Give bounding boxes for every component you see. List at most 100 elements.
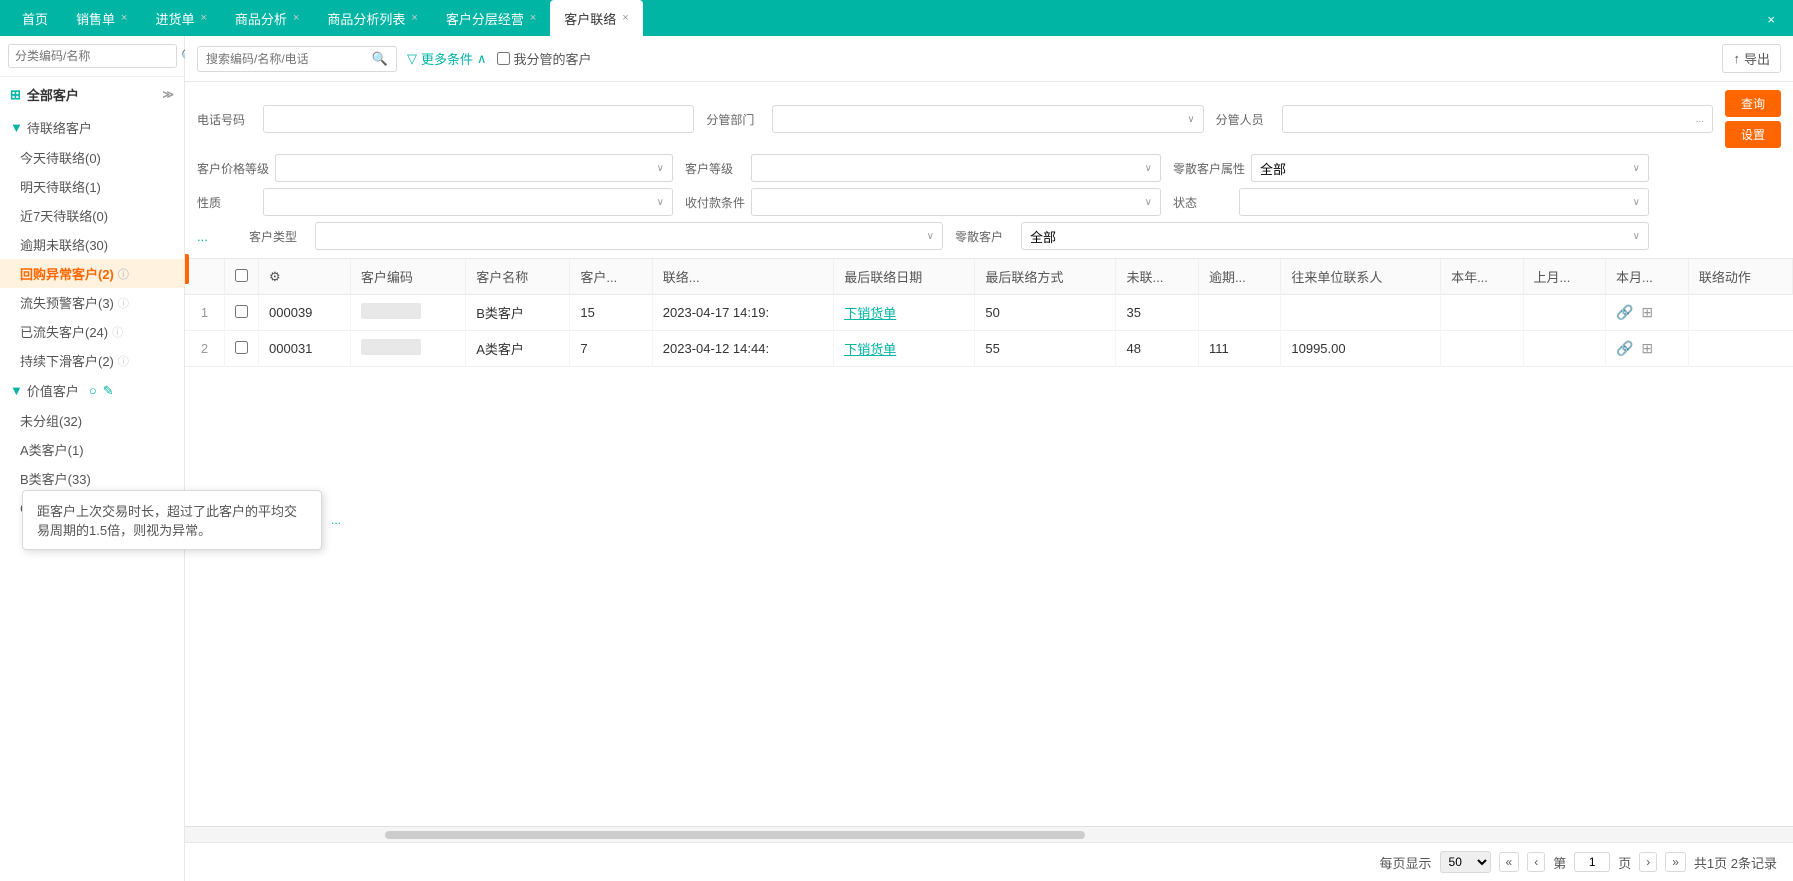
tooltip-box: 距客户上次交易时长，超过了此客户的平均交易周期的1.5倍，则视为异常。 [185, 490, 322, 550]
class-b-customers[interactable]: B类客户(33) [0, 464, 184, 493]
filter-phone: 电话号码 [197, 105, 694, 133]
row-2-last-method[interactable]: 下销货单 [834, 331, 975, 367]
tomorrow-pending[interactable]: 明天待联络(1) [0, 172, 184, 201]
row-1-name[interactable] [350, 295, 465, 331]
chevron-down-icon-2: ... [1696, 114, 1704, 125]
row-1-grid-icon[interactable]: ⊞ [1641, 304, 1653, 321]
person-select[interactable]: ... [1282, 105, 1713, 133]
row-1-last-date: 2023-04-17 14:19: [652, 295, 833, 331]
query-button[interactable]: 查询 [1725, 90, 1781, 117]
my-customers-checkbox[interactable]: 我分管的客户 [497, 49, 592, 68]
table-area[interactable]: ⚙ 客户编码 客户名称 客户... 联络... 最后联络日期 最后联络方式 未联… [185, 259, 1793, 826]
nav-customer-contact[interactable]: 客户联络 × [550, 0, 642, 36]
row-2-last-month [1441, 331, 1523, 367]
row-2-name[interactable] [350, 331, 465, 367]
per-page-select[interactable]: 50 20 100 [1440, 851, 1491, 873]
first-page-button[interactable]: « [1499, 852, 1520, 872]
chevron-down-icon-5: ∨ [1633, 163, 1640, 174]
churned-customers[interactable]: 已流失客户(24) ⓘ [0, 317, 184, 346]
nav-customer-segmentation[interactable]: 客户分层经营 × [432, 0, 550, 36]
churn-warning[interactable]: 流失预警客户(3) ⓘ [0, 288, 184, 317]
filter-nature: 性质 ∨ [197, 188, 673, 216]
my-customers-check[interactable] [497, 52, 510, 65]
row-checkbox-2[interactable] [225, 331, 259, 367]
close-sales-tab[interactable]: × [121, 12, 127, 24]
dept-select[interactable]: ∨ [772, 105, 1203, 133]
category-search-input[interactable] [8, 44, 177, 68]
declining-customers[interactable]: 持续下滑客户(2) ⓘ [0, 346, 184, 375]
row-2-actions: 🔗 ⊞ [1605, 331, 1688, 367]
nav-sales[interactable]: 销售单 × [62, 0, 141, 36]
phone-input[interactable] [263, 105, 694, 133]
nature-select[interactable]: ∨ [263, 188, 673, 216]
row-2-last-date: 2023-04-12 14:44: [652, 331, 833, 367]
chevron-down-icon-4: ∨ [1145, 163, 1152, 174]
export-button[interactable]: ↑ 导出 [1722, 44, 1781, 73]
triangle-icon: ▼ [10, 120, 23, 135]
filter-row-3: 性质 ∨ 收付款条件 ∨ 状态 [197, 188, 1781, 216]
close-product-analysis-list-tab[interactable]: × [411, 12, 417, 24]
row-2-link-icon[interactable]: 🔗 [1616, 340, 1633, 357]
more-filters-button[interactable]: ▽ 更多条件 ∧ [407, 49, 487, 68]
payment-select[interactable]: ∨ [751, 188, 1161, 216]
page-number-input[interactable] [1574, 852, 1610, 872]
class-a-customers[interactable]: A类客户(1) [0, 435, 184, 464]
all-customers-header[interactable]: ⊞ 全部客户 ≫ [0, 77, 184, 112]
repurchase-abnormal[interactable]: 回购异常客户(2) ⓘ [0, 259, 184, 288]
col-settings[interactable]: ⚙ [259, 259, 351, 295]
table-row: 1 000039 B类客户 15 2023-04-17 14:19: [185, 295, 1793, 331]
sparse-customer-select[interactable]: 全部 ∨ [1021, 222, 1649, 250]
per-page-label: 每页显示 [1380, 853, 1432, 872]
select-all-checkbox[interactable] [235, 269, 248, 282]
row-2-grid-icon[interactable]: ⊞ [1641, 340, 1653, 357]
close-product-analysis-tab[interactable]: × [293, 12, 299, 24]
row-2-checkbox[interactable] [235, 341, 248, 354]
status-select[interactable]: ∨ [1239, 188, 1649, 216]
overdue-pending[interactable]: 逾期未联络(30) [0, 230, 184, 259]
customer-type-select[interactable]: ∨ [315, 222, 943, 250]
chevron-down-icon-10: ∨ [1633, 231, 1640, 242]
col-overdue: 逾期... [1198, 259, 1280, 295]
last-page-button[interactable]: » [1665, 852, 1686, 872]
filter-price-level: 客户价格等级 ∨ [197, 154, 673, 182]
nav-product-analysis[interactable]: 商品分析 × [221, 0, 313, 36]
filter-row-4: ... 客户类型 ∨ 零散客户 全部 ∨ [197, 222, 1781, 250]
filter-person: 分管人员 ... [1216, 105, 1713, 133]
scroll-thumb[interactable] [385, 831, 1085, 839]
close-customer-seg-tab[interactable]: × [530, 12, 536, 24]
next-page-button[interactable]: › [1639, 852, 1657, 872]
row-checkbox-1[interactable] [225, 295, 259, 331]
filter-payment: 收付款条件 ∨ [685, 188, 1161, 216]
filter-area: 电话号码 分管部门 ∨ 分管人员 ... [185, 82, 1793, 259]
nav-home[interactable]: 首页 [8, 0, 62, 36]
close-customer-contact-tab[interactable]: × [622, 12, 628, 24]
row-2-overdue: 48 [1116, 331, 1198, 367]
chevron-icon: ∧ [477, 51, 487, 67]
row-1-last-method[interactable]: 下销货单 [834, 295, 975, 331]
close-window-button[interactable]: × [1757, 8, 1785, 29]
row-1-contact: 15 [570, 295, 652, 331]
row-1-link-icon[interactable]: 🔗 [1616, 304, 1633, 321]
row-1-level: B类客户 [466, 295, 570, 331]
page-label: 第 [1553, 853, 1566, 872]
week-pending[interactable]: 近7天待联络(0) [0, 201, 184, 230]
today-pending[interactable]: 今天待联络(0) [0, 143, 184, 172]
price-level-select[interactable]: ∨ [275, 154, 673, 182]
row-1-checkbox[interactable] [235, 305, 248, 318]
settings-button[interactable]: 设置 [1725, 121, 1781, 148]
more-options-ellipsis[interactable]: ... [197, 229, 208, 244]
value-section-edit[interactable]: ✎ [103, 383, 114, 399]
customer-level-select[interactable]: ∨ [751, 154, 1161, 182]
filter-status: 状态 ∨ [1173, 188, 1649, 216]
sparse-attr-select[interactable]: 全部 ∨ [1251, 154, 1649, 182]
prev-page-button[interactable]: ‹ [1527, 852, 1545, 872]
nav-purchase[interactable]: 进货单 × [141, 0, 220, 36]
nav-product-analysis-list[interactable]: 商品分析列表 × [313, 0, 431, 36]
horizontal-scrollbar[interactable] [185, 826, 1793, 842]
col-level: 客户... [570, 259, 652, 295]
search-input[interactable] [206, 52, 372, 66]
value-section-circle[interactable]: ○ [89, 383, 97, 398]
row-1-code-num: 000039 [259, 295, 351, 331]
ungrouped[interactable]: 未分组(32) [0, 406, 184, 435]
close-purchase-tab[interactable]: × [200, 12, 206, 24]
